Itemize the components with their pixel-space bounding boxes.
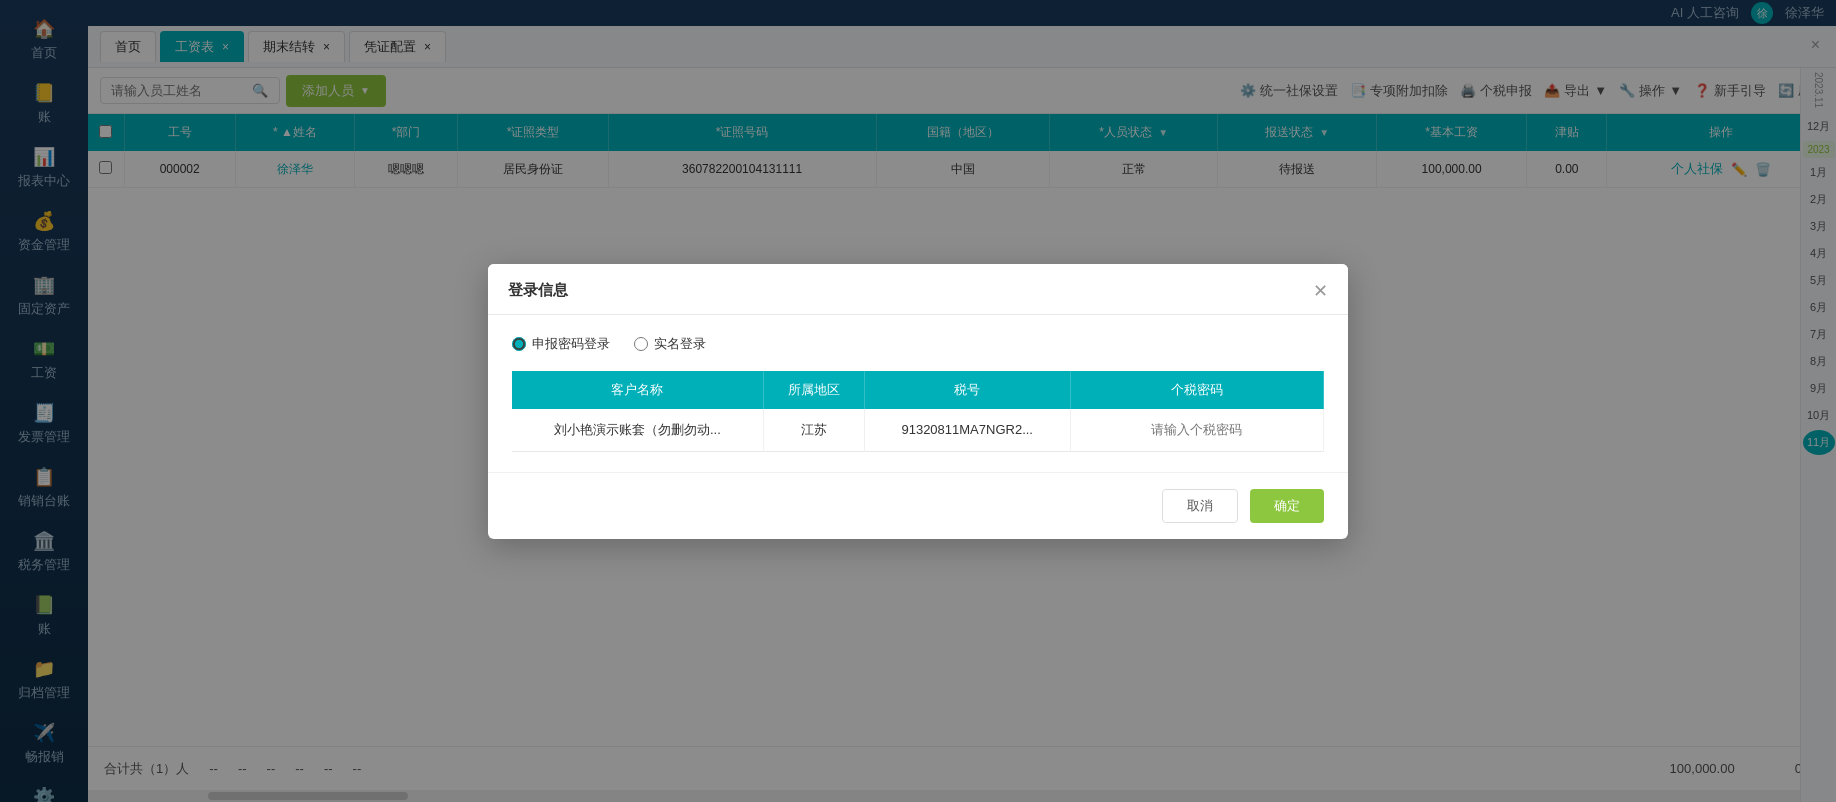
inner-col-client-name: 客户名称	[512, 371, 763, 409]
inner-col-region: 所属地区	[763, 371, 864, 409]
login-info-dialog: 登录信息 ✕ 申报密码登录 实名登录 客户名称	[488, 264, 1348, 539]
radio-declaration-label: 申报密码登录	[532, 335, 610, 353]
cell-tax-pwd	[1070, 409, 1324, 452]
confirm-button[interactable]: 确定	[1250, 489, 1324, 523]
radio-realname-label: 实名登录	[654, 335, 706, 353]
tax-pwd-input[interactable]	[1083, 422, 1312, 437]
login-info-row: 刘小艳演示账套（勿删勿动... 江苏 91320811MA7NGR2...	[512, 409, 1324, 452]
radio-declaration-input[interactable]	[512, 337, 526, 351]
dialog-header: 登录信息 ✕	[488, 264, 1348, 315]
inner-col-tax-pwd: 个税密码	[1070, 371, 1324, 409]
cancel-button[interactable]: 取消	[1162, 489, 1238, 523]
dialog-title: 登录信息	[508, 281, 568, 300]
radio-realname-input[interactable]	[634, 337, 648, 351]
dialog-close-button[interactable]: ✕	[1313, 280, 1328, 302]
cell-region: 江苏	[763, 409, 864, 452]
dialog-footer: 取消 确定	[488, 472, 1348, 539]
login-info-table: 客户名称 所属地区 税号 个税密码 刘小艳演示账套（勿删勿动... 江苏 913…	[512, 371, 1324, 452]
cell-tax-no: 91320811MA7NGR2...	[864, 409, 1070, 452]
dialog-body: 申报密码登录 实名登录 客户名称 所属地区 税号 个税密码	[488, 315, 1348, 472]
cell-client-name: 刘小艳演示账套（勿删勿动...	[512, 409, 763, 452]
login-type-radio-group: 申报密码登录 实名登录	[512, 335, 1324, 353]
inner-col-tax-no: 税号	[864, 371, 1070, 409]
modal-overlay: 登录信息 ✕ 申报密码登录 实名登录 客户名称	[0, 0, 1836, 802]
radio-declaration-pwd[interactable]: 申报密码登录	[512, 335, 610, 353]
radio-realname[interactable]: 实名登录	[634, 335, 706, 353]
